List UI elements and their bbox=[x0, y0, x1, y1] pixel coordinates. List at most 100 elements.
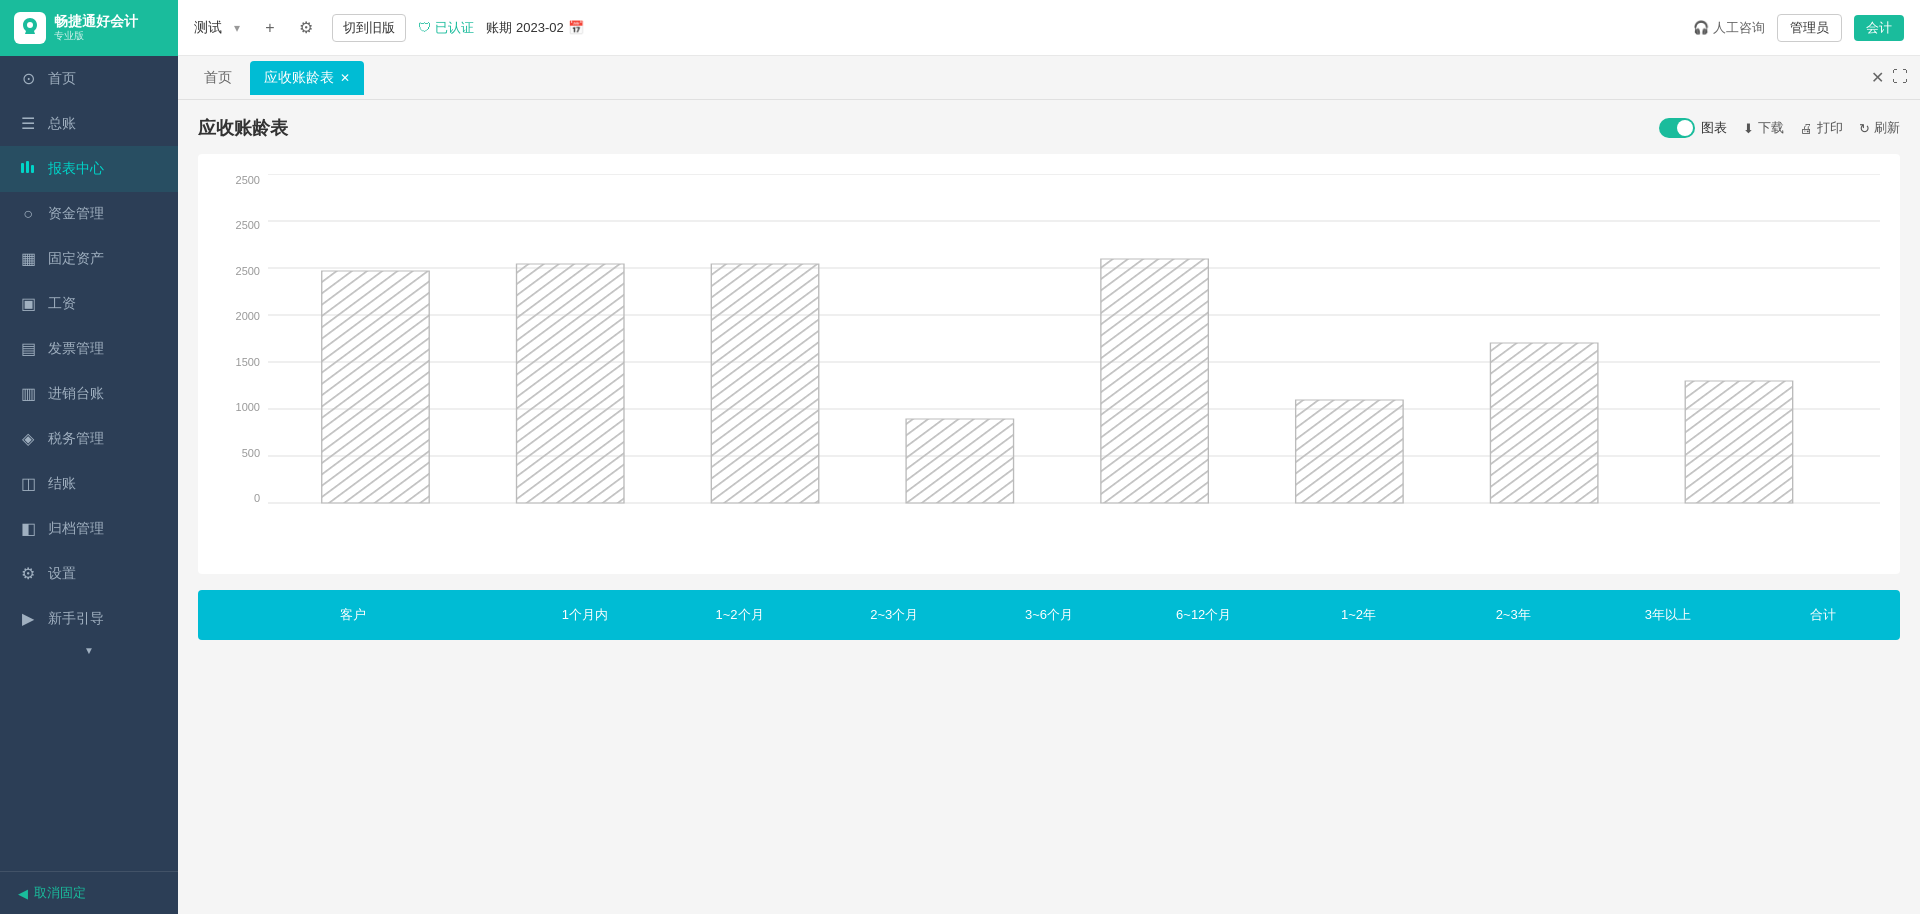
funds-icon: ○ bbox=[18, 205, 38, 223]
refresh-label: 刷新 bbox=[1874, 119, 1900, 137]
th-3-6month: 3~6个月 bbox=[972, 590, 1127, 640]
sidebar: 畅捷通好会计 专业版 ⊙ 首页 ☰ 总账 报表中心 ○ 资金管理 bbox=[0, 0, 178, 914]
calendar-icon[interactable]: 📅 bbox=[568, 20, 584, 35]
sidebar-item-label: 资金管理 bbox=[48, 205, 104, 223]
sidebar-item-tax[interactable]: ◈ 税务管理 bbox=[0, 416, 178, 461]
bar-chart: 2500 2500 2500 2000 1500 1000 500 0 bbox=[218, 174, 1880, 534]
project-name: 测试 bbox=[194, 19, 222, 37]
sidebar-item-label: 工资 bbox=[48, 295, 76, 313]
th-customer: 客户 bbox=[198, 590, 507, 640]
assets-icon: ▦ bbox=[18, 249, 38, 268]
th-1-2year: 1~2年 bbox=[1281, 590, 1436, 640]
period-info: 账期 2023-02 📅 bbox=[486, 19, 584, 37]
page-actions: 图表 ⬇ 下载 🖨 打印 ↻ 刷新 bbox=[1659, 118, 1900, 138]
sidebar-item-label: 总账 bbox=[48, 115, 76, 133]
shield-icon: 🛡 bbox=[418, 20, 431, 35]
svg-rect-1 bbox=[21, 163, 24, 173]
chart-container: 2500 2500 2500 2000 1500 1000 500 0 bbox=[198, 154, 1900, 574]
pin-icon: ◀ bbox=[18, 886, 28, 901]
sidebar-nav: ⊙ 首页 ☰ 总账 报表中心 ○ 资金管理 ▦ 固定资产 ▣ bbox=[0, 56, 178, 871]
bar-5 bbox=[1101, 259, 1208, 503]
page-header: 应收账龄表 图表 ⬇ 下载 🖨 打印 ↻ 刷新 bbox=[198, 116, 1900, 140]
user-button[interactable]: 管理员 bbox=[1777, 14, 1842, 42]
chart-svg: 1月内 1-2月 2-3月 3-6月 6-12个月 1-2年 2-3年 3年以上 bbox=[268, 174, 1880, 504]
guide-icon: ▶ bbox=[18, 609, 38, 628]
topbar-actions: + ⚙ bbox=[256, 14, 320, 42]
sidebar-item-label: 税务管理 bbox=[48, 430, 104, 448]
sidebar-item-ledger[interactable]: ☰ 总账 bbox=[0, 101, 178, 146]
sidebar-item-guide[interactable]: ▶ 新手引导 bbox=[0, 596, 178, 641]
sidebar-item-label: 设置 bbox=[48, 565, 76, 583]
page-title: 应收账龄表 bbox=[198, 116, 288, 140]
print-icon: 🖨 bbox=[1800, 121, 1813, 136]
tab-home[interactable]: 首页 bbox=[190, 61, 246, 95]
certified-badge: 🛡 已认证 bbox=[418, 19, 474, 37]
sidebar-item-label: 报表中心 bbox=[48, 160, 104, 178]
headset-icon: 🎧 bbox=[1693, 20, 1709, 35]
sidebar-item-invoice[interactable]: ▤ 发票管理 bbox=[0, 326, 178, 371]
tabbar: 首页 应收账龄表 ✕ ✕ ⛶ bbox=[178, 56, 1920, 100]
th-2-3year: 2~3年 bbox=[1436, 590, 1591, 640]
y-label-0: 0 bbox=[254, 492, 260, 504]
th-3plus-year: 3年以上 bbox=[1591, 590, 1746, 640]
sidebar-item-trade[interactable]: ▥ 进销台账 bbox=[0, 371, 178, 416]
sidebar-logo: 畅捷通好会计 专业版 bbox=[0, 0, 178, 56]
sidebar-item-archive[interactable]: ◧ 归档管理 bbox=[0, 506, 178, 551]
home-icon: ⊙ bbox=[18, 69, 38, 88]
th-1month: 1个月内 bbox=[507, 590, 662, 640]
chart-toggle[interactable]: 图表 bbox=[1659, 118, 1727, 138]
project-dropdown-icon[interactable]: ▾ bbox=[234, 21, 240, 35]
refresh-icon: ↻ bbox=[1859, 121, 1870, 136]
window-controls: ✕ ⛶ bbox=[1871, 68, 1908, 87]
sidebar-item-reports[interactable]: 报表中心 bbox=[0, 146, 178, 192]
print-button[interactable]: 🖨 打印 bbox=[1800, 119, 1843, 137]
switch-version-button[interactable]: 切到旧版 bbox=[332, 14, 406, 42]
table-header: 客户 1个月内 1~2个月 2~3个月 3~6个月 6~12个月 1~2年 2~… bbox=[198, 590, 1900, 640]
sidebar-logo-text: 畅捷通好会计 专业版 bbox=[54, 13, 138, 44]
tax-icon: ◈ bbox=[18, 429, 38, 448]
bar-2 bbox=[517, 264, 624, 503]
bar-1 bbox=[322, 271, 429, 503]
sidebar-item-closing[interactable]: ◫ 结账 bbox=[0, 461, 178, 506]
sidebar-item-funds[interactable]: ○ 资金管理 bbox=[0, 192, 178, 236]
close-window-button[interactable]: ✕ bbox=[1871, 68, 1884, 87]
bar-6 bbox=[1296, 400, 1403, 503]
cancel-fixed-button[interactable]: ◀ 取消固定 bbox=[0, 871, 178, 914]
sidebar-item-settings[interactable]: ⚙ 设置 bbox=[0, 551, 178, 596]
bar-7 bbox=[1490, 343, 1597, 503]
cancel-fixed-label: 取消固定 bbox=[34, 884, 86, 902]
th-6-12month: 6~12个月 bbox=[1126, 590, 1281, 640]
toggle-track[interactable] bbox=[1659, 118, 1695, 138]
app-logo-icon bbox=[14, 12, 46, 44]
main-area: 测试 ▾ + ⚙ 切到旧版 🛡 已认证 账期 2023-02 📅 🎧 人工咨询 … bbox=[178, 0, 1920, 914]
data-table: 客户 1个月内 1~2个月 2~3个月 3~6个月 6~12个月 1~2年 2~… bbox=[198, 590, 1900, 640]
y-label-2000: 2000 bbox=[236, 310, 260, 322]
tab-close-icon[interactable]: ✕ bbox=[340, 71, 350, 85]
settings-button[interactable]: ⚙ bbox=[292, 14, 320, 42]
print-label: 打印 bbox=[1817, 119, 1843, 137]
add-button[interactable]: + bbox=[256, 14, 284, 42]
y-label-2500c: 2500 bbox=[236, 265, 260, 277]
consult-button[interactable]: 🎧 人工咨询 bbox=[1693, 19, 1765, 37]
ledger-icon: ☰ bbox=[18, 114, 38, 133]
sidebar-item-salary[interactable]: ▣ 工资 bbox=[0, 281, 178, 326]
reports-icon bbox=[18, 159, 38, 179]
y-label-1000: 1000 bbox=[236, 401, 260, 413]
salary-icon: ▣ bbox=[18, 294, 38, 313]
sidebar-scroll-down[interactable]: ▼ bbox=[0, 641, 178, 660]
download-button[interactable]: ⬇ 下载 bbox=[1743, 119, 1784, 137]
sidebar-item-label: 新手引导 bbox=[48, 610, 104, 628]
sidebar-item-assets[interactable]: ▦ 固定资产 bbox=[0, 236, 178, 281]
topbar-right: 🎧 人工咨询 管理员 会计 bbox=[1693, 14, 1904, 42]
sidebar-item-label: 结账 bbox=[48, 475, 76, 493]
refresh-button[interactable]: ↻ 刷新 bbox=[1859, 119, 1900, 137]
sidebar-item-label: 归档管理 bbox=[48, 520, 104, 538]
tab-aging[interactable]: 应收账龄表 ✕ bbox=[250, 61, 364, 95]
role-button[interactable]: 会计 bbox=[1854, 15, 1904, 41]
sidebar-item-home[interactable]: ⊙ 首页 bbox=[0, 56, 178, 101]
expand-window-button[interactable]: ⛶ bbox=[1892, 68, 1908, 87]
sidebar-item-label: 进销台账 bbox=[48, 385, 104, 403]
invoice-icon: ▤ bbox=[18, 339, 38, 358]
y-axis: 2500 2500 2500 2000 1500 1000 500 0 bbox=[218, 174, 268, 504]
sidebar-item-label: 首页 bbox=[48, 70, 76, 88]
